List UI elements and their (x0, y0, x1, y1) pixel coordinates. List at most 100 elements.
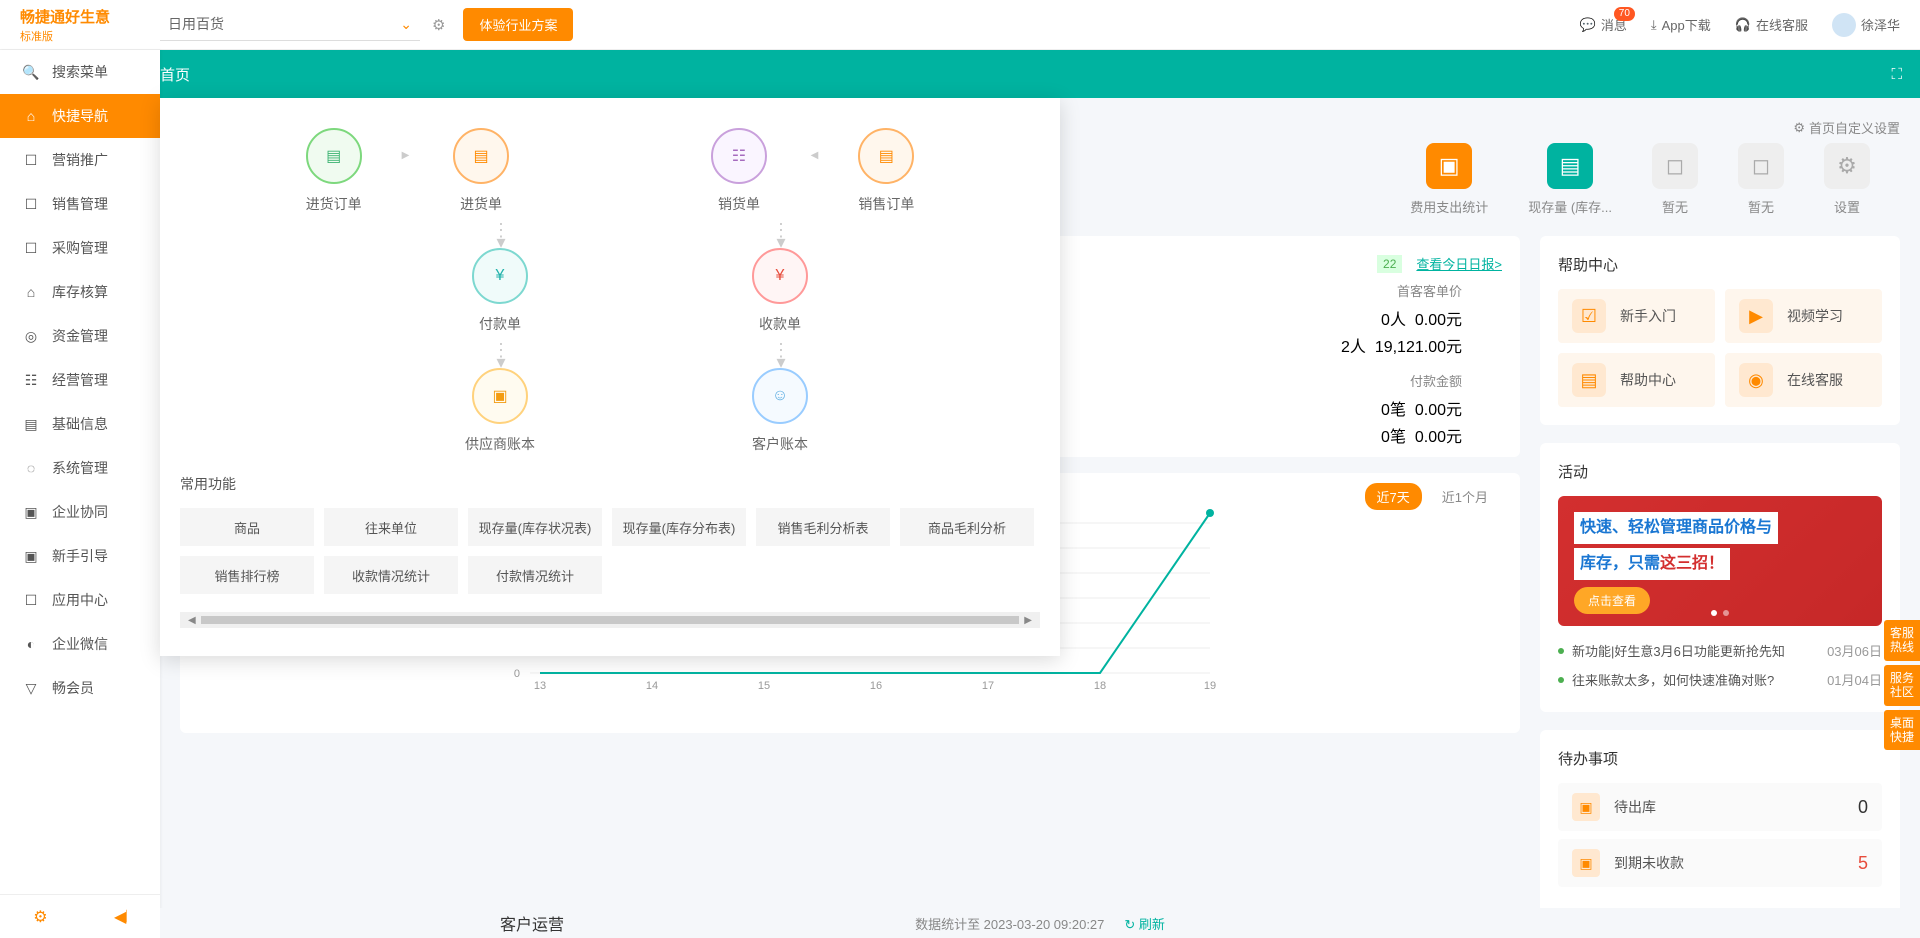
sidebar-item-newbie[interactable]: ▣新手引导 (0, 534, 160, 578)
gift-icon: ☐ (22, 151, 40, 169)
news-item[interactable]: 往来账款太多，如何快速准确对账?01月04日 (1558, 665, 1882, 694)
sidebar-item-wecom[interactable]: ◐企业微信 (0, 622, 160, 666)
flow-sales-bill[interactable]: ☷销货单 (665, 128, 812, 214)
activity-banner[interactable]: 快速、轻松管理商品价格与 库存，只需这三招！ 点击查看 (1558, 496, 1882, 626)
tab-7days[interactable]: 近7天 (1365, 483, 1422, 510)
carousel-dots[interactable] (1711, 610, 1729, 616)
customer-icon: ☺ (752, 368, 808, 424)
flow-purchase-order[interactable]: ▤进货订单 (260, 128, 407, 214)
flow-payment[interactable]: ¥付款单 (420, 248, 580, 334)
sidebar-item-finance[interactable]: ◎资金管理 (0, 314, 160, 358)
book-icon: ▣ (22, 547, 40, 565)
empty-icon: ◻ (1738, 143, 1784, 189)
flow-customer-ledger[interactable]: ☺客户账本 (700, 368, 860, 454)
flow-supplier-ledger[interactable]: ▣供应商账本 (420, 368, 580, 454)
gear-icon[interactable]: ⚙ (432, 16, 445, 34)
tool-expense[interactable]: ▣费用支出统计 (1410, 143, 1488, 216)
fullscreen-icon[interactable]: ⛶ (1891, 66, 1902, 83)
refresh-link[interactable]: ↻ 刷新 (1124, 914, 1165, 933)
flow-purchase-bill[interactable]: ▤进货单 (407, 128, 554, 214)
bag-icon: ☐ (22, 195, 40, 213)
sidebar-item-basedata[interactable]: ▤基础信息 (0, 402, 160, 446)
scroll-right-icon[interactable]: ▶ (1024, 615, 1032, 626)
doc-icon: ▤ (1572, 363, 1606, 397)
headset-icon: ◉ (1739, 363, 1773, 397)
user-menu[interactable]: 徐泽华 (1832, 13, 1900, 37)
common-goods[interactable]: 商品 (180, 508, 314, 546)
sidebar: 🔍搜索菜单 ⌂快捷导航 ☐营销推广 ☐销售管理 ☐采购管理 ⌂库存核算 ◎资金管… (0, 50, 160, 938)
online-cs-link[interactable]: 🎧 在线客服 (1735, 15, 1808, 34)
float-desktop[interactable]: 桌面快捷 (1884, 710, 1920, 751)
try-industry-button[interactable]: 体验行业方案 (463, 8, 573, 41)
sidebar-item-inventory[interactable]: ⌂库存核算 (0, 270, 160, 314)
customize-link[interactable]: 首页自定义设置 (1809, 118, 1900, 137)
app-download-link[interactable]: ⤓ App下载 (1651, 15, 1711, 34)
sidebar-item-apps[interactable]: ☐应用中心 (0, 578, 160, 622)
float-community[interactable]: 服务社区 (1884, 665, 1920, 706)
category-select[interactable]: 日用百货 ⌄ (160, 9, 420, 41)
scroll-left-icon[interactable]: ◀ (188, 615, 196, 626)
todo-title: 待办事项 (1558, 748, 1882, 769)
sidebar-item-operation[interactable]: ☷经营管理 (0, 358, 160, 402)
gear-icon: ◌ (22, 459, 40, 477)
sidebar-item-search[interactable]: 🔍搜索菜单 (0, 50, 160, 94)
supplier-icon: ▣ (472, 368, 528, 424)
tool-stock[interactable]: ▤现存量 (库存... (1528, 143, 1612, 216)
play-icon: ▶ (1739, 299, 1773, 333)
sidebar-item-system[interactable]: ◌系统管理 (0, 446, 160, 490)
tool-settings[interactable]: ⚙设置 (1824, 143, 1870, 216)
tool-empty1[interactable]: ◻暂无 (1652, 143, 1698, 216)
sidebar-item-vip[interactable]: ▽畅会员 (0, 666, 160, 710)
help-center[interactable]: ▤帮助中心 (1558, 353, 1715, 407)
common-stock-dist[interactable]: 现存量(库存分布表) (612, 508, 746, 546)
svg-text:14: 14 (646, 680, 658, 692)
daily-report-link[interactable]: 查看今日日报> (1416, 254, 1502, 273)
sidebar-bottom: ⚙ ◀𝄀 (0, 894, 160, 938)
help-newbie[interactable]: ☑新手入门 (1558, 289, 1715, 343)
download-icon: ⤓ (1651, 17, 1657, 33)
common-goods-profit[interactable]: 商品毛利分析 (900, 508, 1034, 546)
sidebar-item-purchase[interactable]: ☐采购管理 (0, 226, 160, 270)
logo: 畅捷通好生意 标准版 (20, 6, 160, 44)
flow-sales-order[interactable]: ▤销售订单 (813, 128, 960, 214)
logo-text: 畅捷通好生意 (20, 9, 110, 26)
settings-icon[interactable]: ⚙ (33, 907, 47, 927)
sidebar-item-quicknav[interactable]: ⌂快捷导航 (0, 94, 160, 138)
avatar (1832, 13, 1856, 37)
float-hotline[interactable]: 客服热线 (1884, 620, 1920, 661)
collapse-icon[interactable]: ◀𝄀 (114, 907, 127, 927)
messages-link[interactable]: 💬 消息 70 (1580, 15, 1627, 34)
help-card: 帮助中心 ☑新手入门 ▶视频学习 ▤帮助中心 ◉在线客服 (1540, 236, 1900, 425)
common-contacts[interactable]: 往来单位 (324, 508, 458, 546)
common-sales-profit[interactable]: 销售毛利分析表 (756, 508, 890, 546)
help-video[interactable]: ▶视频学习 (1725, 289, 1882, 343)
sidebar-item-marketing[interactable]: ☐营销推广 (0, 138, 160, 182)
help-cs[interactable]: ◉在线客服 (1725, 353, 1882, 407)
common-sales-rank[interactable]: 销售排行榜 (180, 556, 314, 594)
tab-1month[interactable]: 近1个月 (1430, 483, 1500, 510)
message-badge: 70 (1614, 7, 1635, 21)
footer-stat: 数据统计至 2023-03-20 09:20:27 (915, 914, 1104, 933)
tab-home[interactable]: 首页 (160, 64, 190, 85)
sidebar-item-sales[interactable]: ☐销售管理 (0, 182, 160, 226)
common-receipt-stat[interactable]: 收款情况统计 (324, 556, 458, 594)
top-header: 畅捷通好生意 标准版 日用百货 ⌄ ⚙ 体验行业方案 💬 消息 70 ⤓ App… (0, 0, 1920, 50)
news-item[interactable]: 新功能|好生意3月6日功能更新抢先知03月06日 (1558, 636, 1882, 665)
tab-bar: 首页 ⛶ (0, 50, 1920, 98)
scroll-thumb[interactable] (201, 616, 1020, 624)
horizontal-scrollbar[interactable]: ◀ ▶ (180, 612, 1040, 628)
todo-receivable[interactable]: ▣到期未收款5 (1558, 839, 1882, 887)
svg-text:17: 17 (982, 680, 994, 692)
footer-bar: 客户运营 数据统计至 2023-03-20 09:20:27 ↻ 刷新 (160, 908, 1920, 938)
home-icon: ⌂ (22, 107, 40, 125)
money-icon: ▣ (1572, 849, 1600, 877)
common-stock-status[interactable]: 现存量(库存状况表) (468, 508, 602, 546)
common-payment-stat[interactable]: 付款情况统计 (468, 556, 602, 594)
svg-text:15: 15 (758, 680, 770, 692)
sidebar-item-collab[interactable]: ▣企业协同 (0, 490, 160, 534)
flow-receipt[interactable]: ¥收款单 (700, 248, 860, 334)
activity-btn[interactable]: 点击查看 (1574, 587, 1650, 614)
todo-outbound[interactable]: ▣待出库0 (1558, 783, 1882, 831)
doc-arrow-icon: ▤ (453, 128, 509, 184)
tool-empty2[interactable]: ◻暂无 (1738, 143, 1784, 216)
